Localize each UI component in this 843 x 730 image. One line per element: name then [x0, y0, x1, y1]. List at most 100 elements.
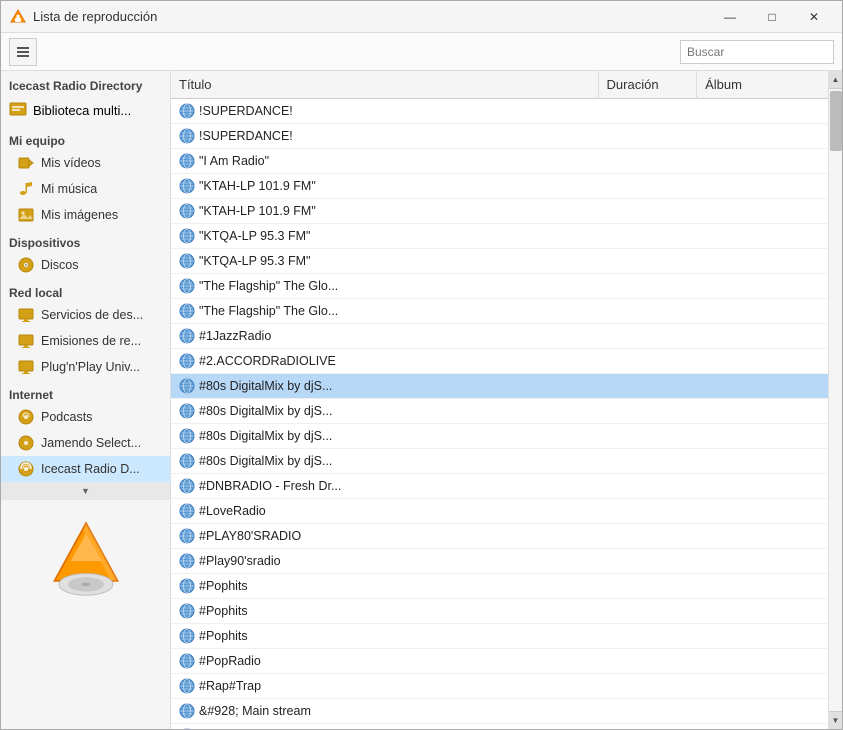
globe-icon	[179, 728, 195, 729]
track-title: #80s DigitalMix by djS...	[199, 429, 332, 443]
table-row[interactable]: #Pophits	[171, 574, 828, 599]
sidebar-item-biblioteca[interactable]: Biblioteca multi...	[1, 95, 170, 126]
table-row[interactable]: #80s DigitalMix by djS...	[171, 399, 828, 424]
maximize-button[interactable]: □	[752, 1, 792, 33]
track-title: "I Am Radio"	[199, 154, 269, 168]
track-title: #Rap#Trap	[199, 679, 261, 693]
internet-header: Internet	[1, 380, 170, 404]
track-duration	[598, 574, 697, 599]
table-row[interactable]: "The Flagship" The Glo...	[171, 274, 828, 299]
track-album	[697, 624, 828, 649]
track-album	[697, 124, 828, 149]
table-row[interactable]: "KTQA-LP 95.3 FM"	[171, 224, 828, 249]
track-album	[697, 424, 828, 449]
track-list: !SUPERDANCE! !SUPERDANCE! "I Am Radio" "…	[171, 99, 828, 730]
track-duration	[598, 524, 697, 549]
sidebar-item-music[interactable]: Mi música	[1, 176, 170, 202]
sidebar-item-servicios[interactable]: Servicios de des...	[1, 302, 170, 328]
table-row[interactable]: #80s DigitalMix by djS...	[171, 374, 828, 399]
track-title-cell: #2.ACCORDRaDIOLIVE	[171, 349, 598, 374]
scroll-down-button[interactable]: ▼	[829, 711, 843, 729]
track-duration	[598, 124, 697, 149]
track-album	[697, 674, 828, 699]
track-duration	[598, 199, 697, 224]
track-title-cell: &#928; Main stream	[171, 699, 598, 724]
table-row[interactable]: #PopRadio	[171, 649, 828, 674]
track-title: #Play90'sradio	[199, 554, 281, 568]
track-title: #80s DigitalMix by djS...	[199, 404, 332, 418]
track-duration	[598, 649, 697, 674]
discos-label: Discos	[41, 258, 79, 272]
track-duration	[598, 599, 697, 624]
globe-icon	[179, 278, 195, 294]
playlist-view-button[interactable]	[9, 38, 37, 66]
table-row[interactable]: &Pi; Node	[171, 724, 828, 730]
table-row[interactable]: #Rap#Trap	[171, 674, 828, 699]
table-row[interactable]: #DNBRADIO - Fresh Dr...	[171, 474, 828, 499]
track-title: "The Flagship" The Glo...	[199, 304, 338, 318]
sidebar-item-icecast[interactable]: Icecast Radio D...	[1, 456, 170, 482]
table-row[interactable]: #80s DigitalMix by djS...	[171, 449, 828, 474]
search-input[interactable]	[687, 45, 827, 59]
minimize-button[interactable]: —	[710, 1, 750, 33]
sidebar-item-images[interactable]: Mis imágenes	[1, 202, 170, 228]
sidebar-item-jamendo[interactable]: Jamendo Select...	[1, 430, 170, 456]
globe-icon	[179, 153, 195, 169]
table-row[interactable]: &#928; Main stream	[171, 699, 828, 724]
table-row[interactable]: #Play90'sradio	[171, 549, 828, 574]
globe-icon	[179, 603, 195, 619]
track-duration	[598, 474, 697, 499]
sidebar-item-podcasts[interactable]: Podcasts	[1, 404, 170, 430]
track-title-cell: #Pophits	[171, 624, 598, 649]
track-album	[697, 324, 828, 349]
images-label: Mis imágenes	[41, 208, 118, 222]
track-album	[697, 724, 828, 730]
globe-icon	[179, 128, 195, 144]
search-box[interactable]	[680, 40, 834, 64]
track-duration	[598, 99, 697, 124]
table-row[interactable]: "I Am Radio"	[171, 149, 828, 174]
disc-icon	[17, 256, 35, 274]
sidebar-scroll-down[interactable]: ▼	[1, 482, 170, 500]
track-title-cell: "I Am Radio"	[171, 149, 598, 174]
scrollbar-thumb[interactable]	[830, 91, 842, 151]
table-row[interactable]: #80s DigitalMix by djS...	[171, 424, 828, 449]
table-row[interactable]: #LoveRadio	[171, 499, 828, 524]
track-table[interactable]: Título Duración Álbum	[171, 71, 828, 729]
content-area: Título Duración Álbum	[171, 71, 828, 729]
scroll-up-button[interactable]: ▲	[829, 71, 843, 89]
table-row[interactable]: "KTQA-LP 95.3 FM"	[171, 249, 828, 274]
track-title-cell: "The Flagship" The Glo...	[171, 299, 598, 324]
table-row[interactable]: #Pophits	[171, 624, 828, 649]
mi-equipo-header: Mi equipo	[1, 126, 170, 150]
servicios-label: Servicios de des...	[41, 308, 143, 322]
music-label: Mi música	[41, 182, 97, 196]
sidebar-item-emisiones[interactable]: Emisiones de re...	[1, 328, 170, 354]
table-row[interactable]: #2.ACCORDRaDIOLIVE	[171, 349, 828, 374]
sidebar-item-discos[interactable]: Discos	[1, 252, 170, 278]
track-title: #Pophits	[199, 579, 248, 593]
track-title: "KTQA-LP 95.3 FM"	[199, 254, 310, 268]
table-row[interactable]: !SUPERDANCE!	[171, 99, 828, 124]
table-row[interactable]: "KTAH-LP 101.9 FM"	[171, 199, 828, 224]
track-title-cell: &Pi; Node	[171, 724, 598, 730]
table-row[interactable]: !SUPERDANCE!	[171, 124, 828, 149]
table-row[interactable]: #Pophits	[171, 599, 828, 624]
track-album	[697, 349, 828, 374]
track-title-cell: #Rap#Trap	[171, 674, 598, 699]
track-title-cell: "KTQA-LP 95.3 FM"	[171, 249, 598, 274]
close-button[interactable]: ✕	[794, 1, 834, 33]
table-row[interactable]: #PLAY80'SRADIO	[171, 524, 828, 549]
globe-icon	[179, 253, 195, 269]
sidebar-item-plugnplay[interactable]: Plug'n'Play Univ...	[1, 354, 170, 380]
track-title: #PopRadio	[199, 654, 261, 668]
playlist-table: Título Duración Álbum	[171, 71, 828, 729]
sidebar-item-videos[interactable]: Mis vídeos	[1, 150, 170, 176]
track-title: #80s DigitalMix by djS...	[199, 454, 332, 468]
main-layout: Icecast Radio Directory Biblioteca multi…	[1, 71, 842, 729]
window-title: Lista de reproducción	[33, 9, 710, 24]
table-row[interactable]: "The Flagship" The Glo...	[171, 299, 828, 324]
table-row[interactable]: "KTAH-LP 101.9 FM"	[171, 174, 828, 199]
track-album	[697, 299, 828, 324]
table-row[interactable]: #1JazzRadio	[171, 324, 828, 349]
